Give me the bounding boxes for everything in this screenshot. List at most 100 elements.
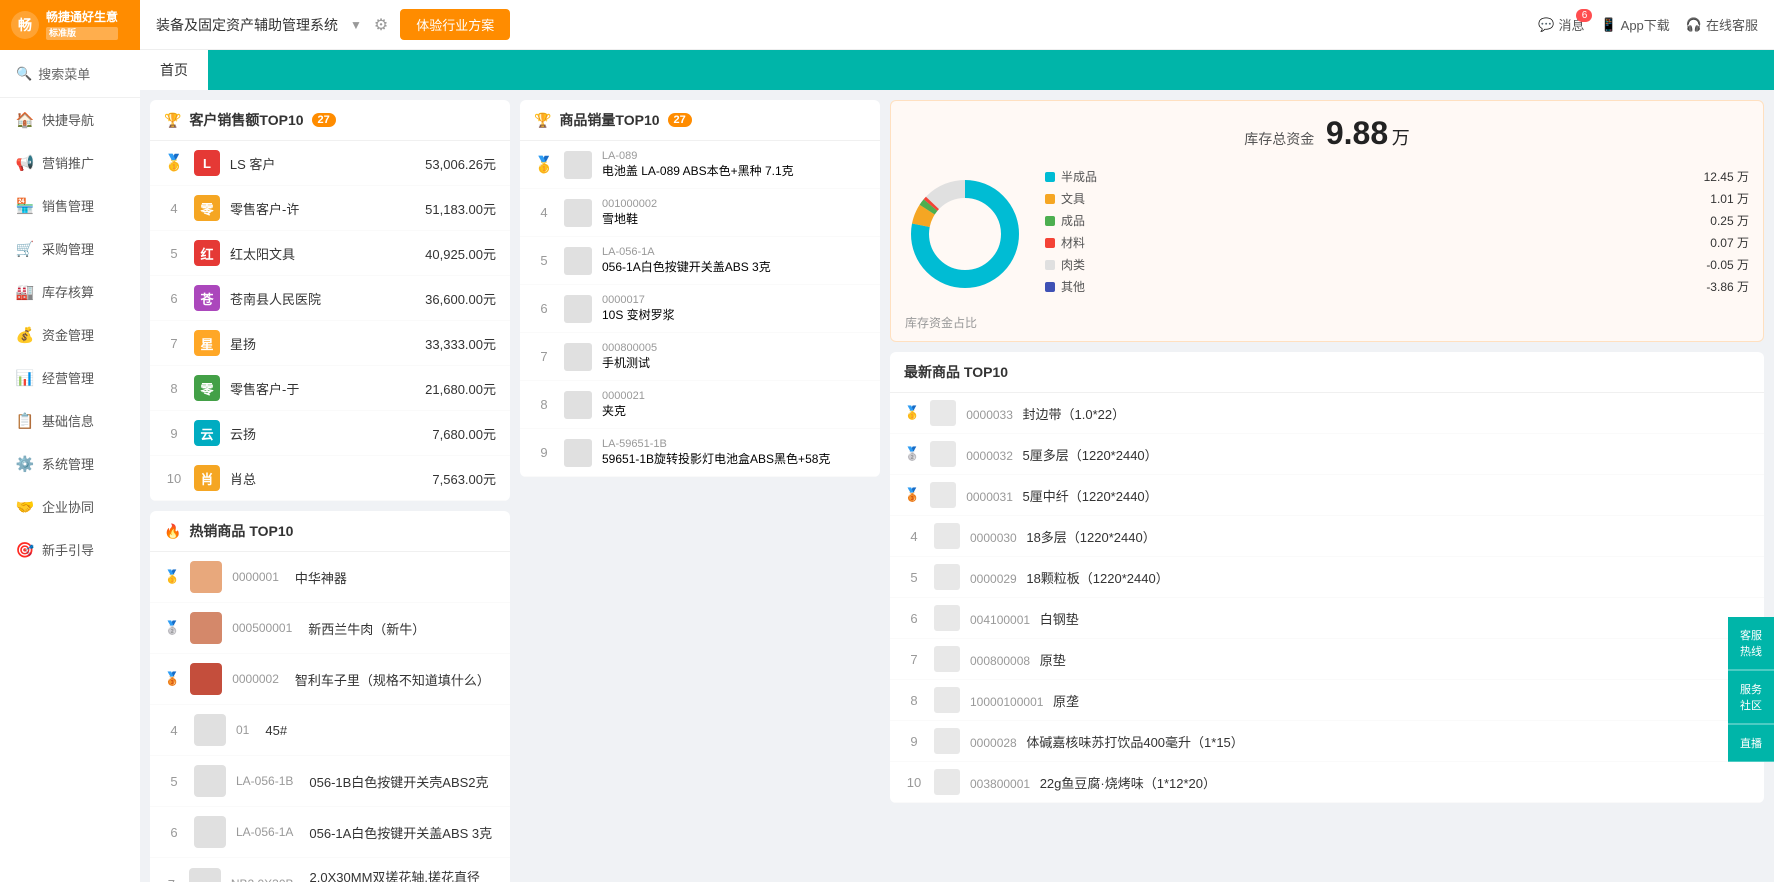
newest-item-10: 10 003800001 22g鱼豆腐·烧烤味（1*12*20）: [890, 762, 1764, 803]
hot-product-4: 4 01 45#: [150, 705, 510, 756]
legend-label-0: 半成品: [1061, 168, 1698, 185]
operation-icon: 📊: [16, 369, 34, 387]
newest-item-4: 4 0000030 18多层（1220*2440）: [890, 516, 1764, 557]
message-button[interactable]: 💬 消息 6: [1538, 15, 1584, 34]
home-icon: 🏠: [16, 111, 34, 129]
hot-name-2: 新西兰牛肉（新牛）: [308, 619, 425, 638]
tab-home[interactable]: 首页: [140, 50, 208, 90]
product-name-6: 夹克: [602, 402, 866, 419]
product-code-2: 001000002: [602, 198, 866, 210]
sidebar-item-finance[interactable]: 💰 资金管理: [0, 313, 140, 356]
trial-button[interactable]: 体验行业方案: [400, 9, 510, 40]
customer-name-1: LS 客户: [230, 154, 415, 173]
logo-text: 畅捷通好生意 标准版: [46, 10, 118, 39]
hot-products-panel: 🔥 热销商品 TOP10 🥇 0000001 中华神器 🥈: [150, 511, 510, 882]
customer-amount-2: 51,183.00元: [425, 199, 496, 218]
inventory-chart-footer-label: 库存资金占比: [891, 310, 1763, 341]
newest-item-6: 6 004100001 白钢垫: [890, 598, 1764, 639]
customer-amount-7: 7,680.00元: [432, 424, 496, 443]
sidebar-item-inventory[interactable]: 🏭 库存核算: [0, 270, 140, 313]
dropdown-arrow-icon[interactable]: ▼: [350, 18, 362, 32]
hot-product-img-1: [190, 561, 222, 593]
online-service-button[interactable]: 🎧 在线客服: [1686, 15, 1758, 34]
float-buttons: 客服热线 服务社区 直播: [1728, 617, 1774, 762]
newest-img-3: [930, 482, 956, 508]
product-ranking-badge: 27: [668, 113, 692, 127]
customer-name-5: 星扬: [230, 334, 415, 353]
logo-area: 畅 畅捷通好生意 标准版: [0, 0, 140, 50]
legend-label-1: 文具: [1061, 190, 1704, 207]
hot-product-img-4: [194, 714, 226, 746]
sidebar-item-system[interactable]: ⚙️ 系统管理: [0, 442, 140, 485]
float-service-button[interactable]: 客服热线: [1728, 617, 1774, 670]
sidebar-search-area[interactable]: 🔍 搜索菜单: [0, 50, 140, 98]
inventory-total-amount: 9.88: [1326, 115, 1388, 151]
product-rank-list: 🥇 LA-089 电池盖 LA-089 ABS本色+黑种 7.1克 4: [520, 141, 880, 477]
sidebar-item-purchase[interactable]: 🛒 采购管理: [0, 227, 140, 270]
newest-item-9: 9 0000028 体碱嘉核味苏打饮品400毫升（1*15）: [890, 721, 1764, 762]
legend-value-1: 1.01 万: [1710, 190, 1749, 207]
search-menu-button[interactable]: 🔍 搜索菜单: [8, 58, 132, 89]
hot-code-7: NB2.0X30B: [231, 877, 294, 882]
hot-code-1: 0000001: [232, 570, 279, 584]
product-code-5: 000800005: [602, 342, 866, 354]
customer-amount-4: 36,600.00元: [425, 289, 496, 308]
legend-item-5: 其他 -3.86 万: [1045, 278, 1749, 295]
sidebar-item-enterprise[interactable]: 🤝 企业协同: [0, 485, 140, 528]
app-download-button[interactable]: 📱 App下载: [1600, 15, 1669, 34]
customer-name-2: 零售客户-许: [230, 199, 415, 218]
legend-value-3: 0.07 万: [1710, 234, 1749, 251]
product-img-4: [564, 295, 592, 323]
product-img-2: [564, 199, 592, 227]
hot-product-img-7: [189, 868, 221, 882]
newest-products-title: 最新商品 TOP10: [904, 362, 1008, 382]
legend-label-4: 肉类: [1061, 256, 1700, 273]
customer-avatar-6: 零: [194, 375, 220, 401]
customer-ranking-panel: 🏆 客户销售额TOP10 27 🥇 L LS 客户 53,006.26元: [150, 100, 510, 501]
inventory-chart-area: 半成品 12.45 万 文具 1.01 万: [891, 158, 1763, 310]
sidebar-item-quick-nav[interactable]: 🏠 快捷导航: [0, 98, 140, 141]
gear-icon[interactable]: ⚙: [374, 15, 388, 35]
newest-img-4: [934, 523, 960, 549]
newest-products-header: 最新商品 TOP10: [890, 352, 1764, 393]
legend-item-3: 材料 0.07 万: [1045, 234, 1749, 251]
newest-img-10: [934, 769, 960, 795]
customer-avatar-4: 苍: [194, 285, 220, 311]
customer-rank-item-4: 6 苍 苍南县人民医院 36,600.00元: [150, 276, 510, 321]
hot-products-list: 🥇 0000001 中华神器 🥈 000500001 新西兰牛肉（新牛）: [150, 552, 510, 882]
legend-color-4: [1045, 260, 1055, 270]
main-area: 装备及固定资产辅助管理系统 ▼ ⚙ 体验行业方案 💬 消息 6 📱 App下载 …: [140, 0, 1774, 882]
customer-amount-5: 33,333.00元: [425, 334, 496, 353]
sidebar: 畅 畅捷通好生意 标准版 🔍 搜索菜单 🏠 快捷导航 📢 营销推广: [0, 0, 140, 882]
newest-item-5: 5 0000029 18颗粒板（1220*2440）: [890, 557, 1764, 598]
sidebar-item-sales[interactable]: 🏪 销售管理: [0, 184, 140, 227]
product-rank-item-7: 9 LA-59651-1B 59651-1B旋转投影灯电池盒ABS黑色+58克: [520, 429, 880, 477]
sidebar-item-marketing[interactable]: 📢 营销推广: [0, 141, 140, 184]
newest-item-8: 8 10000100001 原垄: [890, 680, 1764, 721]
hot-product-img-6: [194, 816, 226, 848]
product-rank-item-6: 8 0000021 夹克: [520, 381, 880, 429]
customer-avatar-5: 星: [194, 330, 220, 356]
float-live-button[interactable]: 直播: [1728, 724, 1774, 762]
float-community-button[interactable]: 服务社区: [1728, 670, 1774, 724]
product-rank-item-1: 🥇 LA-089 电池盖 LA-089 ABS本色+黑种 7.1克: [520, 141, 880, 189]
product-name-4: 10S 变树罗浆: [602, 306, 866, 323]
sidebar-item-operation[interactable]: 📊 经营管理: [0, 356, 140, 399]
hot-product-img-2: [190, 612, 222, 644]
product-img-5: [564, 343, 592, 371]
svg-text:畅: 畅: [18, 17, 32, 33]
legend-value-2: 0.25 万: [1710, 212, 1749, 229]
legend-label-2: 成品: [1061, 212, 1704, 229]
inventory-total-area: 库存总资金 9.88 万: [891, 101, 1763, 158]
column-2: 🏆 商品销量TOP10 27 🥇 LA-089 电池盖 LA-089 ABS本色…: [520, 100, 880, 882]
product-img-7: [564, 439, 592, 467]
legend-item-0: 半成品 12.45 万: [1045, 168, 1749, 185]
sidebar-item-guide[interactable]: 🎯 新手引导: [0, 528, 140, 571]
hot-products-title: 热销商品 TOP10: [189, 521, 293, 541]
product-code-1: LA-089: [602, 150, 866, 162]
gold-medal-icon: 🥇: [904, 405, 920, 421]
customer-rank-item-2: 4 零 零售客户-许 51,183.00元: [150, 186, 510, 231]
sidebar-item-basic[interactable]: 📋 基础信息: [0, 399, 140, 442]
customer-avatar-3: 红: [194, 240, 220, 266]
customer-name-4: 苍南县人民医院: [230, 289, 415, 308]
